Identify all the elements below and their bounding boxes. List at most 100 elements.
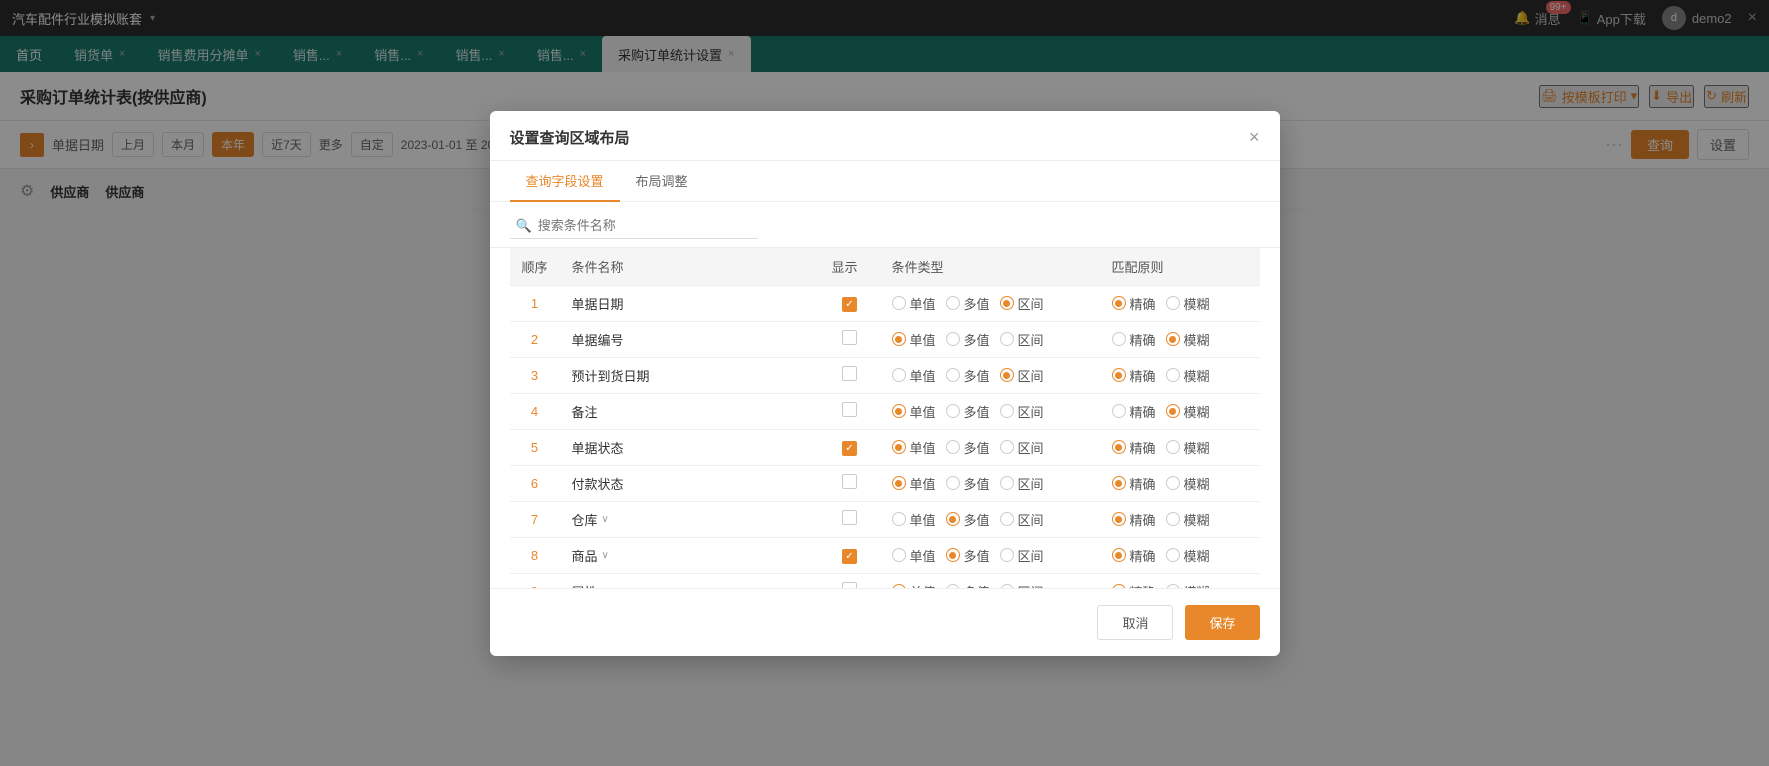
radio-type-option[interactable]: 单值 [892,510,936,529]
radio-type-option[interactable]: 区间 [1000,366,1044,385]
radio-match-option[interactable]: 精确 [1112,438,1156,457]
table-row: 6付款状态单值多值区间精确模糊 [510,465,1260,501]
tab-query-fields[interactable]: 查询字段设置 [510,161,620,202]
show-checkbox[interactable] [842,402,857,417]
radio-match-option[interactable]: 模糊 [1166,330,1210,349]
cell-order: 1 [510,285,560,321]
radio-dot-icon [1166,332,1180,346]
show-checkbox[interactable] [842,297,857,312]
radio-type-option[interactable]: 单值 [892,474,936,493]
radio-dot-icon [1112,440,1126,454]
radio-match-option[interactable]: 精确 [1112,294,1156,313]
cancel-btn[interactable]: 取消 [1097,605,1173,640]
radio-type-option[interactable]: 单值 [892,330,936,349]
search-input-wrap: 🔍 [510,214,758,239]
radio-type-option[interactable]: 区间 [1000,546,1044,565]
radio-type-option[interactable]: 多值 [946,294,990,313]
radio-dot-icon [1112,404,1126,418]
show-checkbox[interactable] [842,330,857,345]
table-row: 8商品∨单值多值区间精确模糊 [510,537,1260,573]
search-input[interactable] [538,218,758,233]
radio-dot-icon [1166,404,1180,418]
radio-match-option[interactable]: 模糊 [1166,366,1210,385]
cell-type: 单值多值区间 [880,501,1100,537]
radio-match-option[interactable]: 模糊 [1166,294,1210,313]
radio-dot-icon [892,512,906,526]
cell-match: 精确模糊 [1100,357,1260,393]
cell-show [820,573,880,588]
radio-type-option[interactable]: 单值 [892,546,936,565]
radio-type-option[interactable]: 单值 [892,294,936,313]
radio-match-option[interactable]: 模糊 [1166,546,1210,565]
cell-show [820,393,880,429]
show-checkbox[interactable] [842,366,857,381]
cell-type: 单值多值区间 [880,573,1100,588]
cell-order: 8 [510,537,560,573]
radio-match-option[interactable]: 精确 [1112,330,1156,349]
dialog-body: 顺序 条件名称 显示 条件类型 匹配原则 1单据日期单值多值区间精确模糊2单据编… [490,248,1280,588]
cell-type: 单值多值区间 [880,429,1100,465]
radio-dot-icon [1112,548,1126,562]
radio-match-option[interactable]: 精确 [1112,546,1156,565]
table-row: 3预计到货日期单值多值区间精确模糊 [510,357,1260,393]
table-row: 1单据日期 单值多值区间 精确模糊 [510,285,1260,321]
radio-match-option[interactable]: 模糊 [1166,510,1210,529]
show-checkbox[interactable] [842,549,857,564]
radio-type-option[interactable]: 多值 [946,402,990,421]
show-checkbox[interactable] [842,474,857,489]
radio-type-option[interactable]: 多值 [946,438,990,457]
radio-match-option[interactable]: 模糊 [1166,438,1210,457]
radio-match-option[interactable]: 精确 [1112,474,1156,493]
cell-name: 商品∨ [560,537,820,573]
radio-dot-icon [1000,368,1014,382]
radio-match-option[interactable]: 模糊 [1166,474,1210,493]
cell-match: 精确模糊 [1100,285,1260,321]
radio-type-option[interactable]: 多值 [946,546,990,565]
cell-order: 4 [510,393,560,429]
search-icon: 🔍 [516,218,532,234]
cell-show [820,321,880,357]
radio-type-option[interactable]: 区间 [1000,510,1044,529]
show-checkbox[interactable] [842,441,857,456]
radio-match-option[interactable]: 精确 [1112,402,1156,421]
radio-type-option[interactable]: 多值 [946,474,990,493]
cell-order: 3 [510,357,560,393]
cell-name: 单据状态 [560,429,820,465]
show-checkbox[interactable] [842,510,857,525]
radio-type-option[interactable]: 区间 [1000,330,1044,349]
radio-dot-icon [1000,440,1014,454]
cell-show [820,501,880,537]
tab-layout[interactable]: 布局调整 [620,161,704,202]
settings-table: 顺序 条件名称 显示 条件类型 匹配原则 1单据日期单值多值区间精确模糊2单据编… [510,248,1260,588]
radio-type-option[interactable]: 单值 [892,366,936,385]
radio-type-option[interactable]: 区间 [1000,474,1044,493]
radio-type-option[interactable]: 单值 [892,438,936,457]
radio-type-option[interactable]: 区间 [1000,402,1044,421]
cell-name: 属性∨ [560,573,820,588]
radio-dot-icon [1000,332,1014,346]
radio-match-option[interactable]: 模糊 [1166,402,1210,421]
radio-type-option[interactable]: 单值 [892,402,936,421]
cell-name: 单据日期 [560,285,820,321]
radio-type-option[interactable]: 多值 [946,510,990,529]
radio-dot-icon [946,296,960,310]
cell-type: 单值多值区间 [880,393,1100,429]
radio-dot-icon [946,440,960,454]
radio-type-option[interactable]: 区间 [1000,438,1044,457]
save-btn[interactable]: 保存 [1185,605,1259,640]
radio-type-option[interactable]: 区间 [1000,294,1044,313]
tab-layout-label: 布局调整 [636,174,688,189]
cell-type: 单值多值区间 [880,537,1100,573]
radio-type-option[interactable]: 多值 [946,330,990,349]
radio-match-option[interactable]: 精确 [1112,510,1156,529]
cell-name: 单据编号 [560,321,820,357]
radio-dot-icon [1000,296,1014,310]
radio-dot-icon [946,368,960,382]
radio-type-option[interactable]: 多值 [946,366,990,385]
cell-match: 精确模糊 [1100,321,1260,357]
table-row: 4备注单值多值区间精确模糊 [510,393,1260,429]
cell-match: 精确模糊 [1100,537,1260,573]
dialog-close-btn[interactable]: × [1249,127,1260,148]
radio-match-option[interactable]: 精确 [1112,366,1156,385]
cell-type: 单值多值区间 [880,321,1100,357]
